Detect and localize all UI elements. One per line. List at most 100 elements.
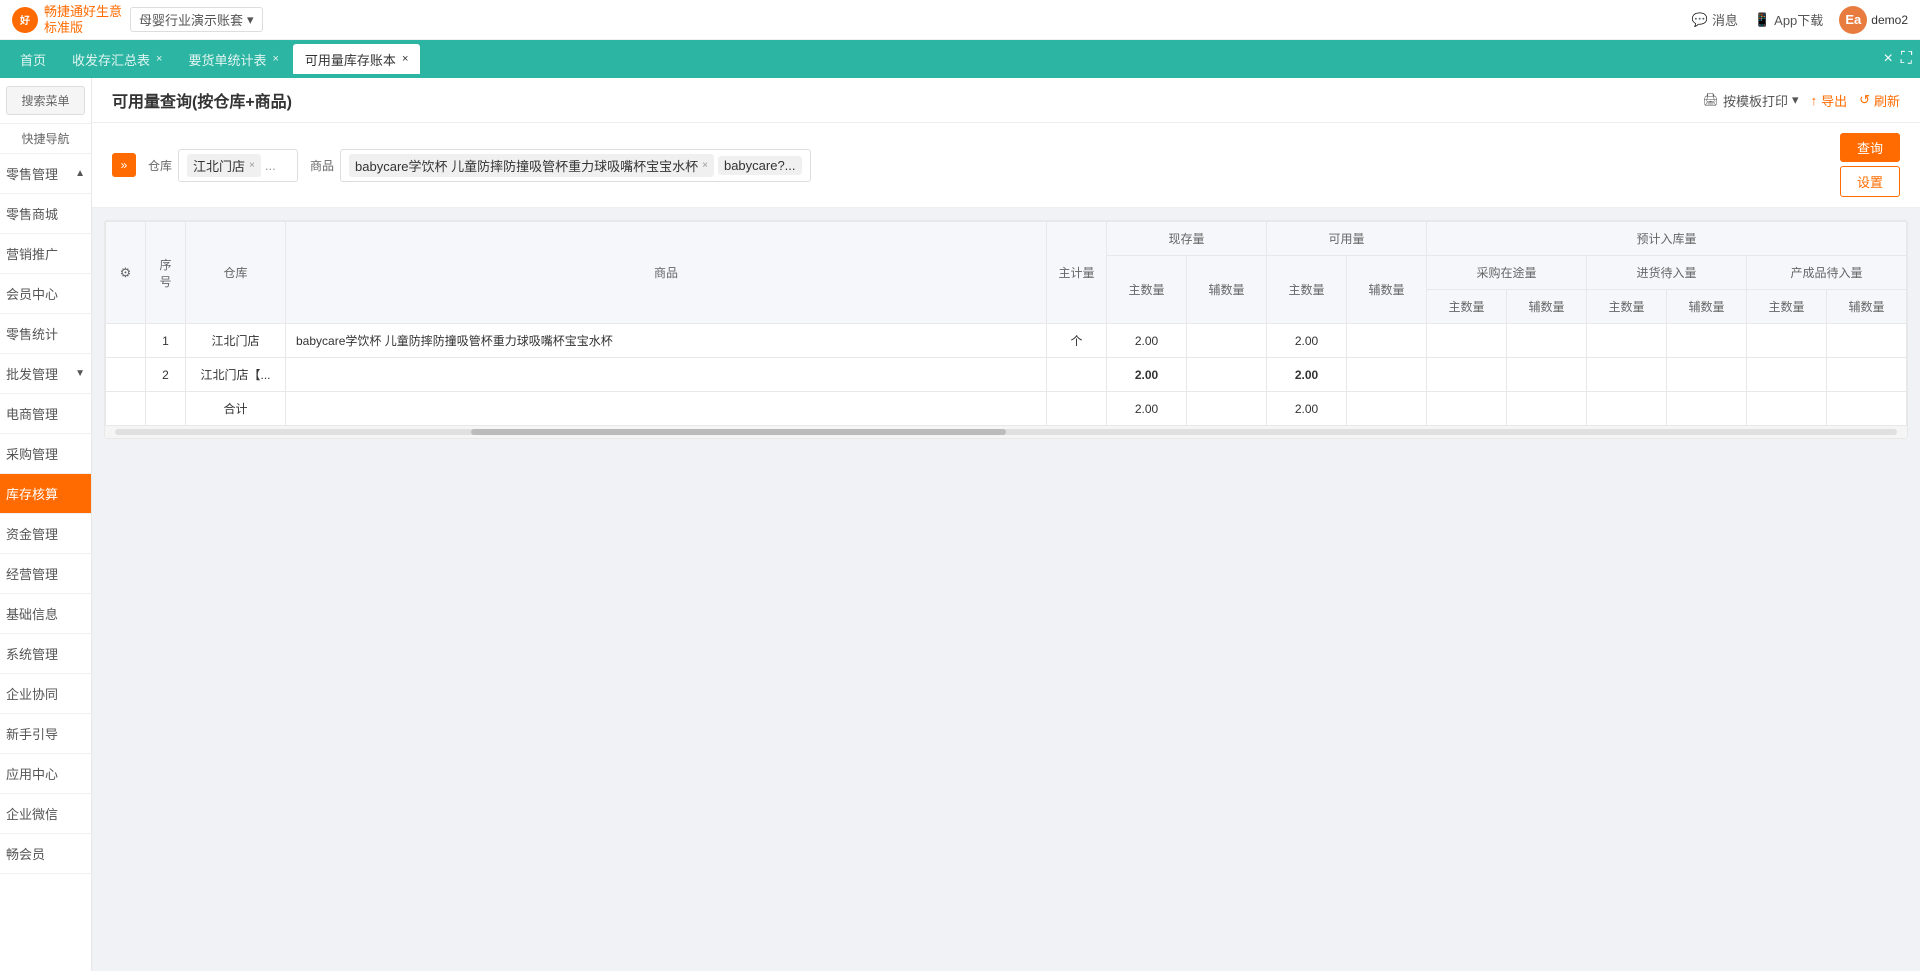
refresh-button[interactable]: ↺ 刷新 — [1859, 91, 1900, 110]
cell-purchase-transit-aux — [1507, 358, 1587, 392]
product-tag-1: babycare学饮杯 儿童防摔防撞吸管杯重力球吸嘴杯宝宝水杯 × — [349, 154, 714, 177]
warehouse-ellipsis[interactable]: ... — [265, 158, 276, 173]
close-all-icon[interactable]: × — [1883, 50, 1892, 68]
sidebar-item-purchase-mgmt[interactable]: 采购管理 — [0, 434, 91, 474]
footer-purchase-transit-aux — [1507, 392, 1587, 426]
top-bar-right: 💬 消息 📱 App下载 Ea demo2 — [1692, 6, 1908, 34]
sidebar-item-enterprise-wechat[interactable]: 企业微信 — [0, 794, 91, 834]
message-button[interactable]: 💬 消息 — [1692, 10, 1738, 29]
sidebar-item-app-center[interactable]: 应用中心 — [0, 754, 91, 794]
cell-warehouse: 江北门店【... — [186, 358, 286, 392]
cell-available-main: 2.00 — [1267, 358, 1347, 392]
logo-icon: 好 — [12, 7, 38, 33]
cell-settings — [106, 324, 146, 358]
search-menu-button[interactable]: 搜索菜单 — [6, 86, 85, 115]
tab-order-stats[interactable]: 要货单统计表 × — [176, 44, 290, 74]
cell-no: 1 — [146, 324, 186, 358]
top-bar: 好 畅捷通好生意 标准版 母婴行业演示账套 ▾ 💬 消息 📱 App下载 Ea … — [0, 0, 1920, 40]
col-header-current-main: 主数量 — [1107, 256, 1187, 324]
footer-available-main: 2.00 — [1267, 392, 1347, 426]
col-header-warehouse: 仓库 — [186, 222, 286, 324]
sidebar-item-retail-mgmt[interactable]: 零售管理 ▲ — [0, 154, 91, 194]
col-header-incoming-aux: 辅数量 — [1667, 290, 1747, 324]
sidebar-item-finance-mgmt[interactable]: 资金管理 — [0, 514, 91, 554]
page-header: 可用量查询(按仓库+商品) 🖨 按模板打印 ▾ ↑ 导出 ↺ 刷新 — [92, 78, 1920, 123]
warehouse-tag: 江北门店 × — [187, 154, 261, 177]
table-header-row-1: ⚙ 序号 仓库 商品 主计量 现存量 可用量 预计入库量 — [106, 222, 1907, 256]
cell-available-main: 2.00 — [1267, 324, 1347, 358]
footer-unit — [1047, 392, 1107, 426]
maximize-icon[interactable]: ⛶ — [1901, 50, 1912, 68]
filter-area: » 仓库 江北门店 × ... 商品 babycare学饮杯 儿童防摔防撞吸管杯… — [92, 123, 1920, 208]
filter-expand-button[interactable]: » — [112, 153, 136, 177]
col-header-no: 序号 — [146, 222, 186, 324]
cell-purchase-transit-aux — [1507, 324, 1587, 358]
user-area[interactable]: Ea demo2 — [1839, 6, 1908, 34]
tab-close-receive[interactable]: × — [156, 53, 162, 65]
sidebar-item-marketing[interactable]: 营销推广 — [0, 234, 91, 274]
sidebar-item-system-mgmt[interactable]: 系统管理 — [0, 634, 91, 674]
cell-current-aux — [1187, 358, 1267, 392]
quick-nav-button[interactable]: 快捷导航 — [0, 124, 91, 154]
sidebar-item-wholesale-mgmt[interactable]: 批发管理 ▼ — [0, 354, 91, 394]
col-header-production-pending: 产成品待入量 — [1747, 256, 1907, 290]
sidebar-item-new-guide[interactable]: 新手引导 — [0, 714, 91, 754]
cell-purchase-transit-main — [1427, 324, 1507, 358]
cell-product — [286, 358, 1047, 392]
cell-current-main: 2.00 — [1107, 358, 1187, 392]
setting-button[interactable]: 设置 — [1840, 166, 1900, 197]
footer-product — [286, 392, 1047, 426]
user-name: demo2 — [1871, 13, 1908, 27]
logo-text: 畅捷通好生意 标准版 — [44, 4, 122, 35]
sidebar-item-inventory-check[interactable]: 库存核算 — [0, 474, 91, 514]
col-header-production-aux: 辅数量 — [1827, 290, 1907, 324]
horizontal-scrollbar[interactable] — [105, 426, 1907, 438]
cell-available-aux — [1347, 324, 1427, 358]
content-area: 可用量查询(按仓库+商品) 🖨 按模板打印 ▾ ↑ 导出 ↺ 刷新 » — [92, 78, 1920, 971]
app-download-button[interactable]: 📱 App下载 — [1754, 10, 1823, 29]
sidebar-item-member-center[interactable]: 会员中心 — [0, 274, 91, 314]
industry-selector[interactable]: 母婴行业演示账套 ▾ — [130, 7, 263, 32]
cell-product: babycare学饮杯 儿童防摔防撞吸管杯重力球吸嘴杯宝宝水杯 — [286, 324, 1047, 358]
col-header-production-main: 主数量 — [1747, 290, 1827, 324]
product-tag1-close[interactable]: × — [702, 160, 708, 171]
footer-settings — [106, 392, 146, 426]
sidebar-item-retail-stats[interactable]: 零售统计 — [0, 314, 91, 354]
product-input[interactable]: babycare学饮杯 儿童防摔防撞吸管杯重力球吸嘴杯宝宝水杯 × babyca… — [340, 149, 810, 182]
query-button[interactable]: 查询 — [1840, 133, 1900, 162]
tab-available-stock[interactable]: 可用量库存账本 × — [293, 44, 420, 74]
cell-current-main: 2.00 — [1107, 324, 1187, 358]
sidebar-item-enterprise-collab[interactable]: 企业协同 — [0, 674, 91, 714]
product-label: 商品 — [310, 157, 334, 174]
settings-icon[interactable]: ⚙ — [120, 265, 132, 280]
table-row: 1 江北门店 babycare学饮杯 儿童防摔防撞吸管杯重力球吸嘴杯宝宝水杯 个… — [106, 324, 1907, 358]
sidebar-item-retail-store[interactable]: 零售商城 — [0, 194, 91, 234]
print-template-button[interactable]: 🖨 按模板打印 ▾ — [1703, 91, 1799, 110]
export-button[interactable]: ↑ 导出 — [1811, 91, 1848, 110]
cell-available-aux — [1347, 358, 1427, 392]
col-header-purchase-transit: 采购在途量 — [1427, 256, 1587, 290]
scrollbar-thumb[interactable] — [471, 429, 1006, 435]
tab-close-order[interactable]: × — [272, 53, 278, 65]
cell-incoming-aux — [1667, 324, 1747, 358]
cell-warehouse: 江北门店 — [186, 324, 286, 358]
cell-incoming-aux — [1667, 358, 1747, 392]
col-header-available: 可用量 — [1267, 222, 1427, 256]
sidebar: 搜索菜单 快捷导航 零售管理 ▲ 零售商城 营销推广 会员中心 零售统计 批发管… — [0, 78, 92, 971]
sidebar-item-basic-info[interactable]: 基础信息 — [0, 594, 91, 634]
tab-close-available[interactable]: × — [402, 53, 408, 65]
tab-receive-summary[interactable]: 收发存汇总表 × — [60, 44, 174, 74]
footer-available-aux — [1347, 392, 1427, 426]
tab-home[interactable]: 首页 — [8, 44, 58, 74]
scrollbar-track — [115, 429, 1897, 435]
cell-incoming-main — [1587, 324, 1667, 358]
sidebar-item-operations-mgmt[interactable]: 经营管理 — [0, 554, 91, 594]
sidebar-item-vip-member[interactable]: 畅会员 — [0, 834, 91, 874]
warehouse-input[interactable]: 江北门店 × ... — [178, 149, 298, 182]
col-header-purchase-transit-aux: 辅数量 — [1507, 290, 1587, 324]
table-footer-row: 合计 2.00 2.00 — [106, 392, 1907, 426]
product-tag-2: babycare?... — [718, 156, 802, 175]
cell-production-main — [1747, 358, 1827, 392]
sidebar-item-ecommerce-mgmt[interactable]: 电商管理 — [0, 394, 91, 434]
warehouse-tag-close[interactable]: × — [249, 160, 255, 171]
